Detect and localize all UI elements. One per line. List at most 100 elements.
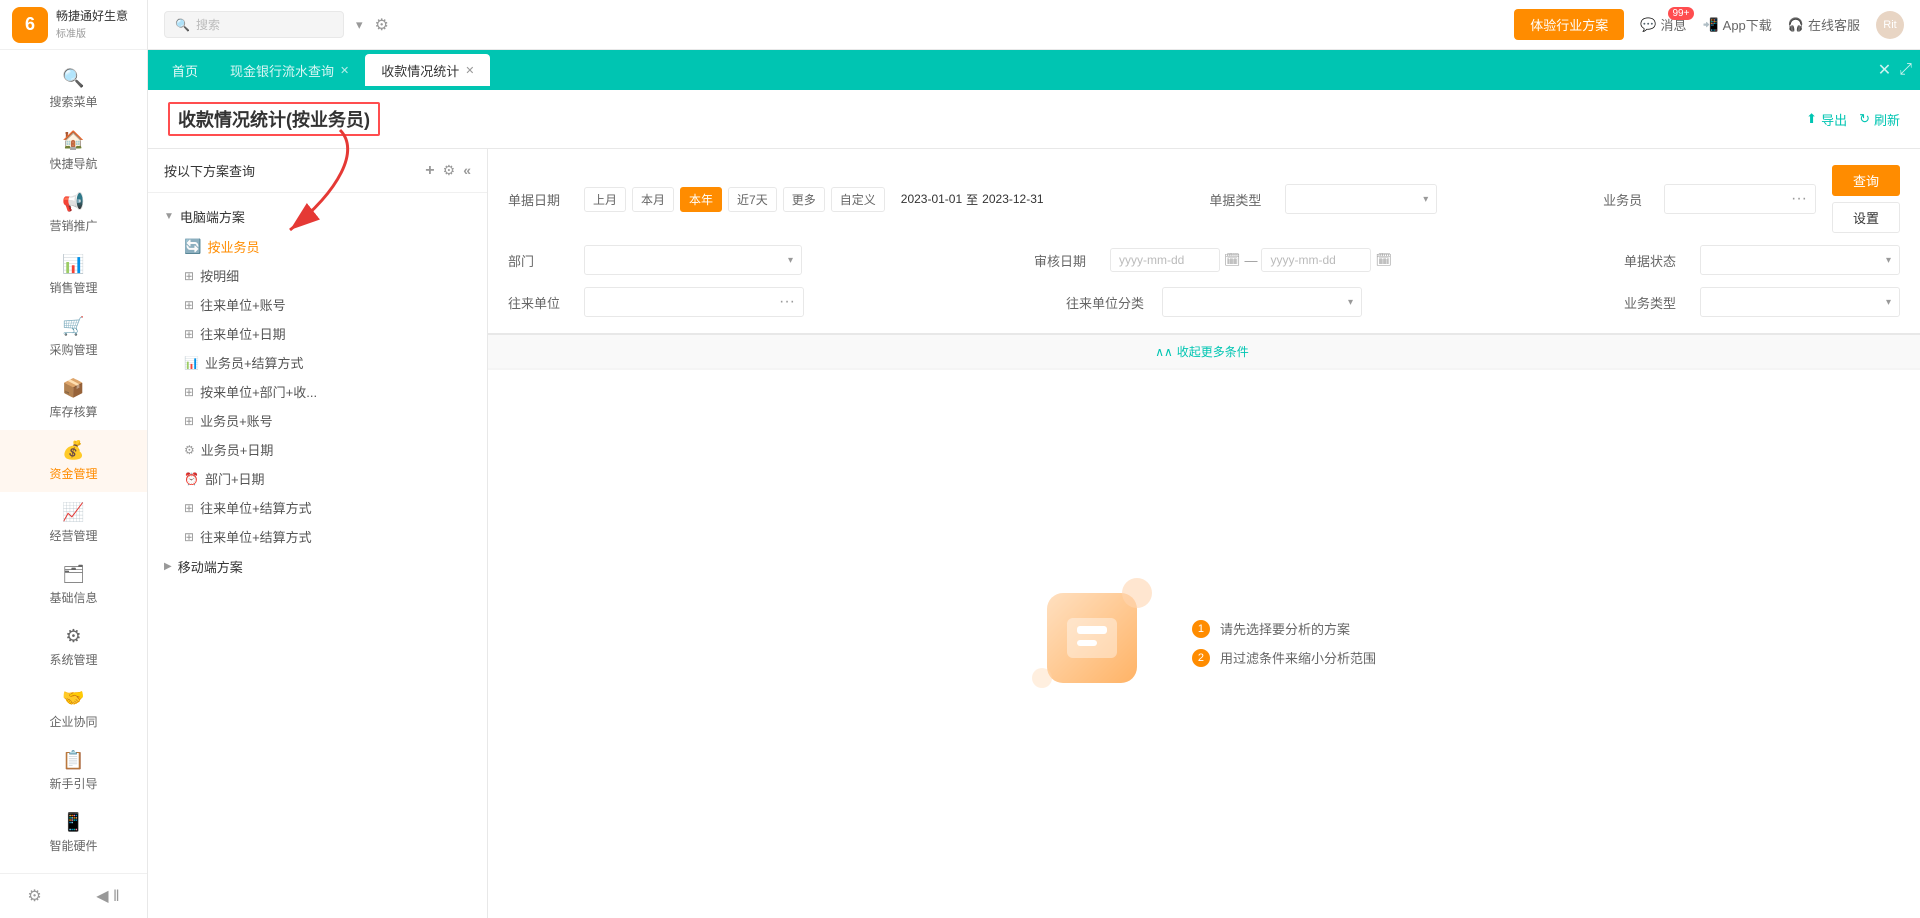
tree-mobile-section[interactable]: ▶ 移动端方案: [148, 551, 487, 582]
topbar-dropdown-icon[interactable]: ▾: [356, 17, 363, 33]
audit-date-separator: 🗓: [1224, 252, 1241, 268]
this-year-btn[interactable]: 本年: [680, 187, 722, 212]
user-avatar[interactable]: Rit: [1876, 11, 1904, 39]
salesperson-label: 业务员: [1603, 190, 1648, 209]
tree-item-label: 往来单位+日期: [200, 324, 286, 343]
page-title: 收款情况统计(按业务员): [168, 102, 380, 136]
tab-receipts[interactable]: 收款情况统计 ✕: [365, 54, 490, 86]
tree-desktop-section[interactable]: ▼ 电脑端方案: [148, 201, 487, 232]
sidebar-item-wechat[interactable]: 💬 企业微信: [0, 864, 147, 873]
sidebar-item-guide[interactable]: 📋 新手引导: [0, 740, 147, 802]
counterpart-dept-icon: ⊞: [184, 385, 194, 399]
tab-bank[interactable]: 现金银行流水查询 ✕: [214, 54, 365, 86]
sidebar-item-quicknav[interactable]: 🏠 快捷导航: [0, 120, 147, 182]
app-download-btn[interactable]: 📲 App下载: [1702, 15, 1771, 34]
collapse-conditions-btn[interactable]: ∧∧ 收起更多条件: [488, 334, 1920, 368]
topbar: 🔍 搜索 ▾ ⚙ 体验行业方案 💬 消息 99+ 📲 App下载 🎧 在线客服 …: [148, 0, 1920, 50]
sidebar-item-finance[interactable]: 💰 资金管理: [0, 430, 147, 492]
business-type-select[interactable]: ▾: [1700, 287, 1900, 317]
tree-item-by-detail[interactable]: ⊞ 按明细: [168, 261, 487, 290]
dept-date-icon: ⏰: [184, 472, 199, 486]
tree-item-salesperson-date[interactable]: ⚙ 业务员+日期: [168, 435, 487, 464]
step-1-text: 请先选择要分析的方案: [1220, 619, 1350, 638]
sidebar-item-enterprise[interactable]: 🤝 企业协同: [0, 678, 147, 740]
last7days-btn[interactable]: 近7天: [728, 187, 777, 212]
sidebar: 6 畅捷通好生意 标准版 🔍 搜索菜单 🏠 快捷导航 📢 营销推广 📊 销售管理…: [0, 0, 148, 918]
sidebar-item-hardware[interactable]: 📱 智能硬件: [0, 802, 147, 864]
tree-item-counterpart-settlement[interactable]: ⊞ 往来单位+结算方式: [168, 493, 487, 522]
tree-item-counterpart-settlement2[interactable]: ⊞ 往来单位+结算方式: [168, 522, 487, 551]
tree-item-by-salesperson[interactable]: 🔄 按业务员: [168, 232, 487, 261]
refresh-btn[interactable]: ↻ 刷新: [1859, 110, 1900, 129]
sidebar-item-search[interactable]: 🔍 搜索菜单: [0, 58, 147, 120]
tree-item-label: 业务员+账号: [200, 411, 273, 430]
tree-item-by-counterpart-dept[interactable]: ⊞ 按来单位+部门+收...: [168, 377, 487, 406]
custom-btn[interactable]: 自定义: [831, 187, 885, 212]
business-type-label: 业务类型: [1624, 293, 1684, 312]
tab-receipts-close[interactable]: ✕: [465, 64, 474, 77]
sidebar-item-label: 销售管理: [49, 279, 97, 296]
tree-item-counterpart-date[interactable]: ⊞ 往来单位+日期: [168, 319, 487, 348]
topbar-gear-icon[interactable]: ⚙: [375, 15, 389, 35]
audit-date-dash: —: [1244, 253, 1257, 268]
tree-item-salesperson-account[interactable]: ⊞ 业务员+账号: [168, 406, 487, 435]
tree-mobile-label: 移动端方案: [178, 557, 243, 576]
tree-item-salesperson-settlement[interactable]: 📊 业务员+结算方式: [168, 348, 487, 377]
date-range-display: 2023-01-01 至 2023-12-31: [901, 191, 1044, 208]
more-btn[interactable]: 更多: [783, 187, 825, 212]
sidebar-item-sales[interactable]: 📊 销售管理: [0, 244, 147, 306]
system-icon: ⚙: [65, 626, 81, 647]
scheme-settings-icon[interactable]: ⚙: [443, 162, 456, 180]
query-btn[interactable]: 查询: [1832, 165, 1900, 196]
counterpart-category-select[interactable]: ▾: [1162, 287, 1362, 317]
tab-home[interactable]: 首页: [156, 54, 214, 86]
tree-item-label: 按明细: [200, 266, 239, 285]
search-box[interactable]: 🔍 搜索: [164, 11, 344, 38]
panel-header: 按以下方案查询 + ⚙ «: [148, 149, 487, 193]
collapse-panel-btn[interactable]: «: [463, 162, 471, 180]
sidebar-item-operations[interactable]: 📈 经营管理: [0, 492, 147, 554]
online-service-btn[interactable]: 🎧 在线客服: [1788, 15, 1860, 34]
voucher-status-select[interactable]: ▾: [1700, 245, 1900, 275]
tab-bank-close[interactable]: ✕: [340, 64, 349, 77]
export-icon: ⬆: [1806, 111, 1817, 127]
export-btn[interactable]: ⬆ 导出: [1806, 110, 1847, 129]
tree-item-counterpart-account[interactable]: ⊞ 往来单位+账号: [168, 290, 487, 319]
dept-select[interactable]: ▾: [584, 245, 802, 275]
audit-date-end[interactable]: yyyy-mm-dd: [1261, 248, 1371, 272]
footer-settings-btn[interactable]: ⚙: [27, 886, 41, 906]
counterpart-account-icon: ⊞: [184, 298, 194, 312]
sidebar-item-label: 快捷导航: [49, 155, 97, 172]
date-end: 2023-12-31: [982, 192, 1043, 206]
sidebar-item-inventory[interactable]: 📦 库存核算: [0, 368, 147, 430]
app-download-label: App下载: [1723, 15, 1772, 34]
trial-button[interactable]: 体验行业方案: [1514, 9, 1624, 40]
salesperson-more-icon: ···: [1791, 190, 1807, 208]
counterpart-settlement2-icon: ⊞: [184, 530, 194, 544]
close-all-btn[interactable]: ✕: [1878, 60, 1891, 80]
message-btn[interactable]: 💬 消息 99+: [1640, 15, 1686, 34]
footer-collapse-btn[interactable]: ◀ ‖: [96, 886, 119, 906]
sidebar-item-basicinfo[interactable]: 🗂 基础信息: [0, 554, 147, 616]
audit-date-placeholder2: yyyy-mm-dd: [1270, 253, 1335, 267]
empty-box: [1047, 593, 1137, 683]
tree-item-dept-date[interactable]: ⏰ 部门+日期: [168, 464, 487, 493]
last-month-btn[interactable]: 上月: [584, 187, 626, 212]
maximize-btn[interactable]: ⤢: [1899, 61, 1912, 79]
voucher-type-label: 单据类型: [1209, 190, 1269, 209]
tree-item-label: 往来单位+结算方式: [200, 527, 312, 546]
voucher-type-select[interactable]: ▾: [1285, 184, 1437, 214]
this-month-btn[interactable]: 本月: [632, 187, 674, 212]
counterpart-select[interactable]: ···: [584, 287, 804, 317]
logo-badge: 标准版: [56, 25, 128, 40]
salesperson-select[interactable]: ···: [1664, 184, 1816, 214]
add-scheme-btn[interactable]: +: [425, 162, 434, 180]
download-icon: 📲: [1702, 17, 1718, 33]
audit-date-start[interactable]: yyyy-mm-dd: [1110, 248, 1220, 272]
sidebar-item-system[interactable]: ⚙ 系统管理: [0, 616, 147, 678]
step-1-num: 1: [1192, 620, 1210, 638]
sidebar-item-purchase[interactable]: 🛒 采购管理: [0, 306, 147, 368]
settings-btn[interactable]: 设置: [1832, 202, 1900, 233]
sidebar-item-marketing[interactable]: 📢 营销推广: [0, 182, 147, 244]
counterpart-label: 往来单位: [508, 293, 568, 312]
